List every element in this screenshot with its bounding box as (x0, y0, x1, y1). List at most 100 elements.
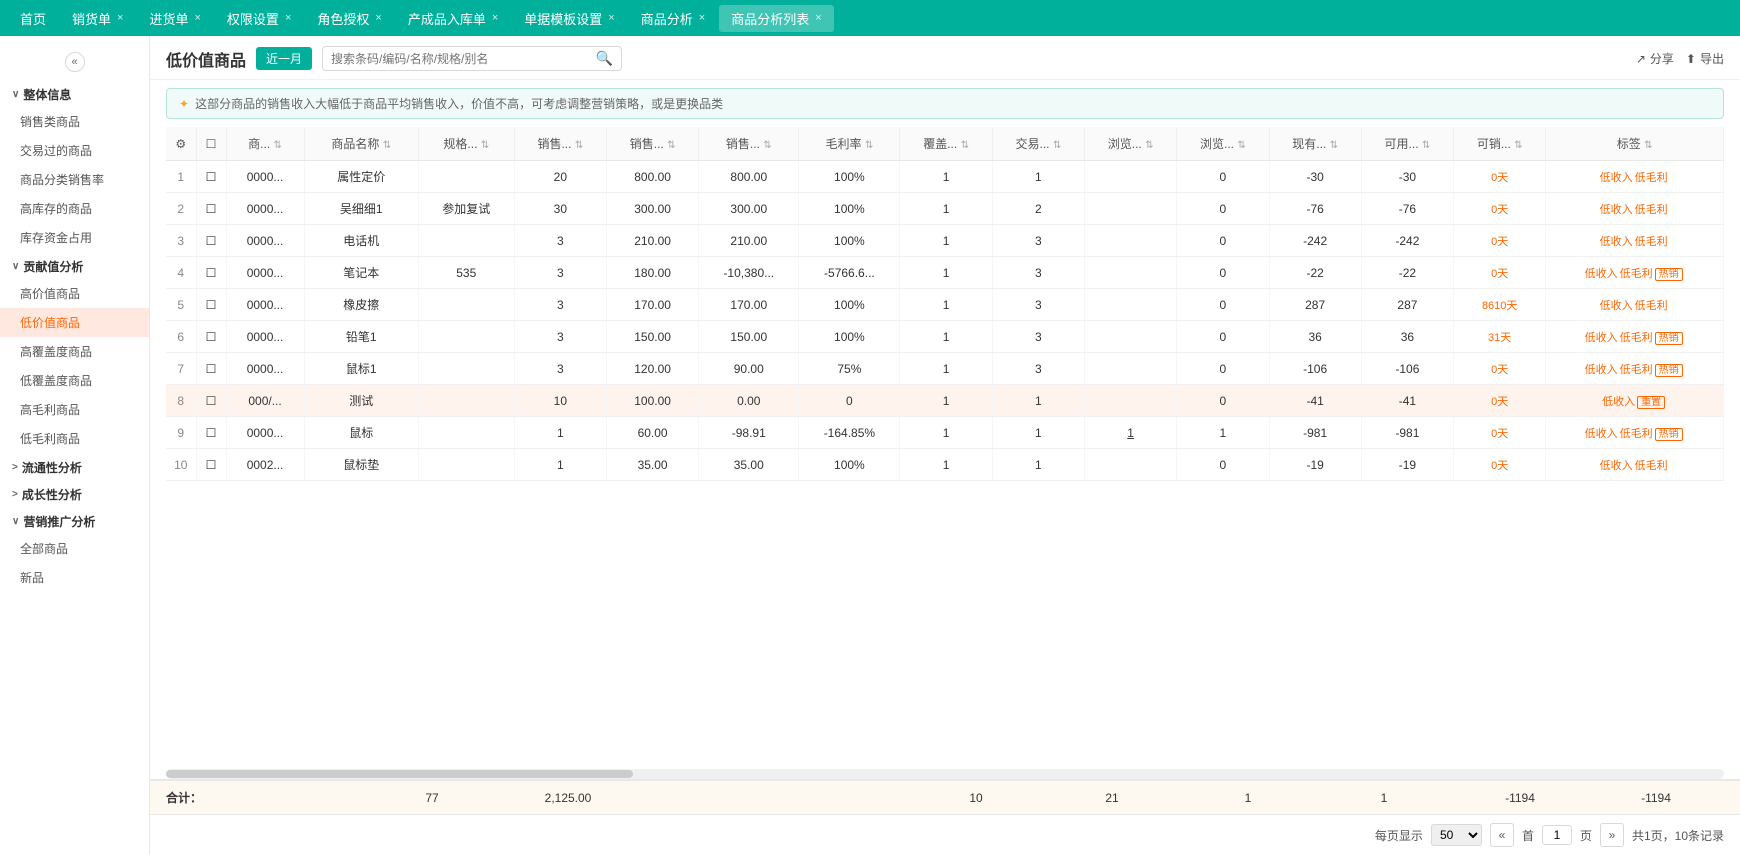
sidebar-group-circulation[interactable]: > 流通性分析 (0, 453, 149, 480)
close-icon[interactable]: × (815, 12, 821, 24)
sidebar-group-marketing[interactable]: ∨ 营销推广分析 (0, 507, 149, 534)
sidebar-item-category-sales[interactable]: 商品分类销售率 (0, 165, 149, 194)
close-icon[interactable]: × (608, 12, 614, 24)
col-s1[interactable]: 销售... ⇅ (514, 127, 606, 161)
sidebar-item-all-products[interactable]: 全部商品 (0, 534, 149, 563)
row-s2: 800.00 (606, 161, 698, 193)
row-num: 3 (166, 225, 196, 257)
sidebar-item-high-stock[interactable]: 高库存的商品 (0, 194, 149, 223)
col-stock2[interactable]: 可用... ⇅ (1361, 127, 1453, 161)
row-trade: 3 (992, 257, 1084, 289)
nav-product-analysis[interactable]: 商品分析 × (629, 5, 717, 32)
row-margin: 100% (799, 289, 900, 321)
col-settings[interactable]: ⚙ (166, 127, 196, 161)
col-spec[interactable]: 规格... ⇅ (418, 127, 514, 161)
row-name: 鼠标 (304, 417, 418, 449)
row-days: 8610天 (1454, 289, 1546, 321)
row-s1: 3 (514, 257, 606, 289)
search-input[interactable] (331, 52, 590, 66)
row-checkbox[interactable]: ☐ (196, 353, 226, 385)
sidebar-item-high-value[interactable]: 高价值商品 (0, 279, 149, 308)
row-days: 0天 (1454, 417, 1546, 449)
row-browse2: 0 (1177, 193, 1269, 225)
content-header: 低价值商品 近一月 🔍 ↗ 分享 ⬆ 导出 (150, 36, 1740, 80)
nav-home[interactable]: 首页 (8, 5, 58, 32)
row-checkbox[interactable]: ☐ (196, 449, 226, 481)
row-checkbox[interactable]: ☐ (196, 321, 226, 353)
row-s2: 60.00 (606, 417, 698, 449)
nav-template-settings[interactable]: 单据模板设置 × (512, 5, 626, 32)
col-stock3[interactable]: 可销... ⇅ (1454, 127, 1546, 161)
col-tags[interactable]: 标签 ⇅ (1546, 127, 1724, 161)
sidebar-item-low-value[interactable]: 低价值商品 (0, 308, 149, 337)
sidebar-item-traded-products[interactable]: 交易过的商品 (0, 136, 149, 165)
per-page-select[interactable]: 50 100 200 (1431, 824, 1482, 846)
share-icon: ↗ (1636, 52, 1646, 66)
close-icon[interactable]: × (699, 12, 705, 24)
row-name: 吴细细1 (304, 193, 418, 225)
row-checkbox[interactable]: ☐ (196, 417, 226, 449)
row-s2: 180.00 (606, 257, 698, 289)
sidebar-item-new-products[interactable]: 新品 (0, 563, 149, 592)
page-input[interactable] (1542, 825, 1572, 845)
nav-product-inbound[interactable]: 产成品入库单 × (396, 5, 510, 32)
footer-stock1-val: -1194 (1452, 791, 1588, 805)
share-btn[interactable]: ↗ 分享 (1636, 50, 1674, 67)
export-icon: ⬆ (1686, 52, 1696, 66)
nav-sales[interactable]: 销货单 × (60, 5, 135, 32)
footer-cells: 77 2,125.00 10 21 1 1 -1194 -1194 (228, 791, 1724, 805)
row-s3: 35.00 (699, 449, 799, 481)
row-checkbox[interactable]: ☐ (196, 193, 226, 225)
nav-permission[interactable]: 权限设置 × (215, 5, 303, 32)
col-stock1[interactable]: 现有... ⇅ (1269, 127, 1361, 161)
row-code: 0000... (226, 257, 304, 289)
close-icon[interactable]: × (117, 12, 123, 24)
horizontal-scrollbar[interactable] (166, 769, 1724, 779)
export-btn[interactable]: ⬆ 导出 (1686, 50, 1724, 67)
row-spec (418, 161, 514, 193)
row-checkbox[interactable]: ☐ (196, 289, 226, 321)
sidebar-item-high-margin[interactable]: 高毛利商品 (0, 395, 149, 424)
table-row: 8☐000/...测试10100.000.000110-41-410天低收入重置 (166, 385, 1724, 417)
filter-tag-btn[interactable]: 近一月 (256, 47, 312, 70)
row-s1: 1 (514, 449, 606, 481)
sidebar-item-high-coverage[interactable]: 高覆盖度商品 (0, 337, 149, 366)
sidebar-collapse-btn[interactable]: « (65, 52, 85, 72)
close-icon[interactable]: × (375, 12, 381, 24)
col-name[interactable]: 商品名称 ⇅ (304, 127, 418, 161)
col-margin[interactable]: 毛利率 ⇅ (799, 127, 900, 161)
close-icon[interactable]: × (194, 12, 200, 24)
row-checkbox[interactable]: ☐ (196, 257, 226, 289)
nav-product-analysis-list[interactable]: 商品分析列表 × (719, 5, 833, 32)
row-checkbox[interactable]: ☐ (196, 385, 226, 417)
nav-role-auth[interactable]: 角色授权 × (305, 5, 393, 32)
col-code[interactable]: 商... ⇅ (226, 127, 304, 161)
col-s2[interactable]: 销售... ⇅ (606, 127, 698, 161)
scroll-thumb[interactable] (166, 770, 633, 778)
nav-purchase[interactable]: 进货单 × (137, 5, 212, 32)
col-trade[interactable]: 交易... ⇅ (992, 127, 1084, 161)
sidebar-item-stock-capital[interactable]: 库存资金占用 (0, 223, 149, 252)
col-cover[interactable]: 覆盖... ⇅ (900, 127, 992, 161)
col-checkbox[interactable]: ☐ (196, 127, 226, 161)
row-name: 属性定价 (304, 161, 418, 193)
sidebar-item-low-margin[interactable]: 低毛利商品 (0, 424, 149, 453)
sidebar-item-sales-products[interactable]: 销售类商品 (0, 107, 149, 136)
close-icon[interactable]: × (285, 12, 291, 24)
first-page-btn[interactable]: « (1490, 823, 1514, 847)
search-icon[interactable]: 🔍 (596, 50, 613, 67)
sidebar-group-growth[interactable]: > 成长性分析 (0, 480, 149, 507)
row-checkbox[interactable]: ☐ (196, 161, 226, 193)
sidebar-group-overview[interactable]: ∨ 整体信息 (0, 80, 149, 107)
row-browse1 (1084, 353, 1176, 385)
next-page-btn[interactable]: » (1600, 823, 1624, 847)
col-s3[interactable]: 销售... ⇅ (699, 127, 799, 161)
sidebar-group-contribution[interactable]: ∨ 贡献值分析 (0, 252, 149, 279)
row-s3: -10,380... (699, 257, 799, 289)
col-browse1[interactable]: 浏览... ⇅ (1084, 127, 1176, 161)
row-checkbox[interactable]: ☐ (196, 225, 226, 257)
close-icon[interactable]: × (492, 12, 498, 24)
sidebar-item-low-coverage[interactable]: 低覆盖度商品 (0, 366, 149, 395)
col-browse2[interactable]: 浏览... ⇅ (1177, 127, 1269, 161)
row-s2: 150.00 (606, 321, 698, 353)
